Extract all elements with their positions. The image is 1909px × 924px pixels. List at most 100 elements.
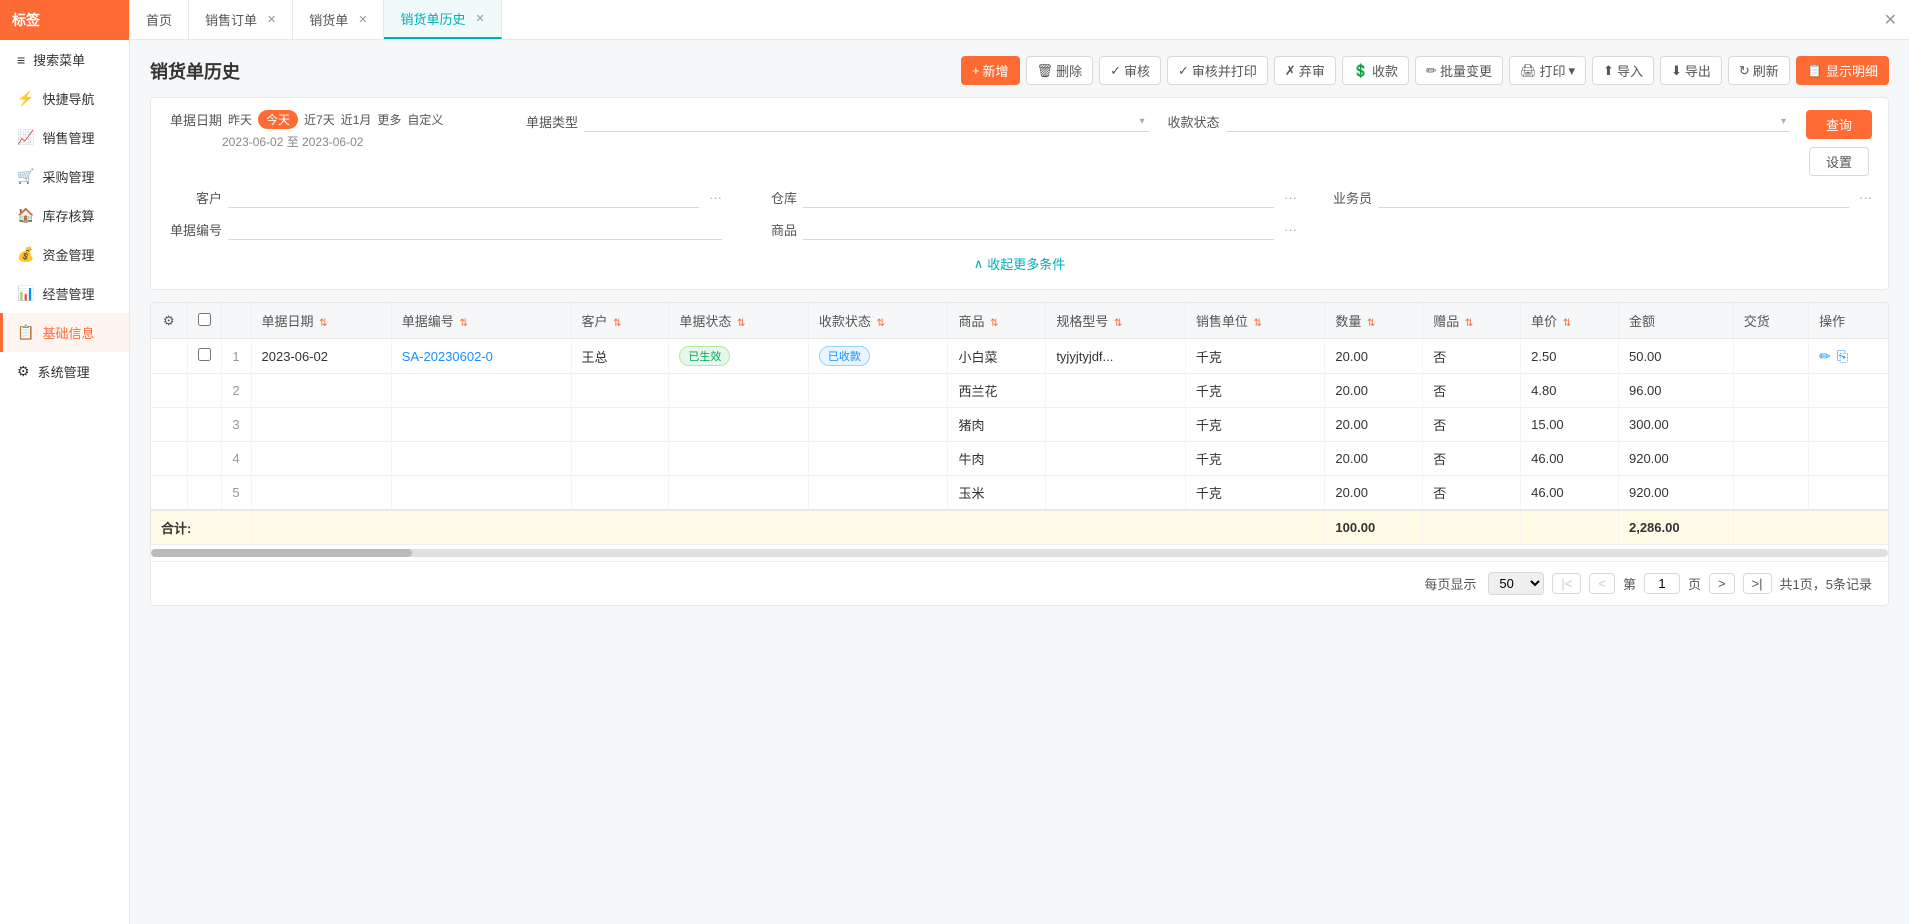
- refresh-button[interactable]: ↻ 刷新: [1728, 56, 1790, 85]
- col-payment-status-label: 收款状态: [819, 314, 871, 329]
- row-checkbox-cell: [187, 408, 221, 442]
- filter-row-2: 客户 ··· 仓库 ··· 业务员 ···: [167, 186, 1872, 208]
- row-copy-icon[interactable]: ⎘: [1837, 348, 1848, 365]
- col-payment-status[interactable]: 收款状态 ⇅: [808, 303, 948, 339]
- close-tab-sales-goods[interactable]: ✕: [358, 13, 367, 26]
- sidebar-item-system[interactable]: ⚙ 系统管理: [0, 352, 129, 391]
- shortcut-1month[interactable]: 近1月: [341, 111, 372, 128]
- sidebar-item-finance[interactable]: 💰 资金管理: [0, 235, 129, 274]
- tab-sales-goods[interactable]: 销货单 ✕: [293, 0, 384, 39]
- col-gear[interactable]: ⚙: [151, 303, 187, 339]
- col-transaction: 交货: [1733, 303, 1808, 339]
- close-tab-sales-order[interactable]: ✕: [267, 13, 276, 26]
- query-button[interactable]: 查询: [1806, 110, 1872, 139]
- tab-sales-order[interactable]: 销售订单 ✕: [189, 0, 293, 39]
- col-gift[interactable]: 赠品 ⇅: [1423, 303, 1521, 339]
- row-checkbox-cell: [187, 339, 221, 374]
- customer-dots-icon[interactable]: ···: [709, 190, 722, 205]
- prev-page-button[interactable]: <: [1589, 573, 1615, 594]
- select-all-checkbox[interactable]: [198, 313, 211, 326]
- sidebar-item-operation[interactable]: 📊 经营管理: [0, 274, 129, 313]
- sidebar-item-quick-nav[interactable]: ⚡ 快捷导航: [0, 79, 129, 118]
- col-doc-num[interactable]: 单据编号 ⇅: [391, 303, 571, 339]
- shortcut-yesterday[interactable]: 昨天: [228, 111, 252, 128]
- doc-type-select[interactable]: [584, 110, 1149, 132]
- col-sales-unit[interactable]: 销售单位 ⇅: [1185, 303, 1325, 339]
- row-amount: 50.00: [1618, 339, 1733, 374]
- goods-dots-icon[interactable]: ···: [1284, 222, 1297, 237]
- tab-bar-close-all[interactable]: ✕: [1872, 10, 1909, 30]
- doc-status-badge: 已生效: [679, 346, 730, 366]
- col-spec[interactable]: 规格型号 ⇅: [1046, 303, 1186, 339]
- batch-change-label: 批量变更: [1440, 61, 1492, 80]
- print-button[interactable]: 🖨 打印 ▾: [1509, 56, 1586, 85]
- sidebar-item-purchase-mgmt[interactable]: 🛒 采购管理: [0, 157, 129, 196]
- shortcut-today[interactable]: 今天: [258, 110, 298, 129]
- shortcut-7days[interactable]: 近7天: [304, 111, 335, 128]
- col-doc-date[interactable]: 单据日期 ⇅: [251, 303, 391, 339]
- doc-num-link[interactable]: SA-20230602-0: [402, 349, 493, 364]
- abandon-button[interactable]: ✗ 弃审: [1274, 56, 1336, 85]
- page-word: 第: [1623, 574, 1636, 593]
- row-doc-num: [391, 476, 571, 511]
- staff-dots-icon[interactable]: ···: [1859, 190, 1872, 205]
- import-button[interactable]: ⬆ 导入: [1592, 56, 1654, 85]
- receive-button[interactable]: 💲 收款: [1342, 56, 1409, 85]
- col-quantity[interactable]: 数量 ⇅: [1325, 303, 1423, 339]
- tab-sales-history[interactable]: 销货单历史 ✕: [384, 0, 501, 39]
- row-amount: 920.00: [1618, 476, 1733, 511]
- warehouse-dots-icon[interactable]: ···: [1284, 190, 1297, 205]
- filter-settings-button[interactable]: 设置: [1809, 147, 1869, 176]
- sidebar-item-search-menu[interactable]: ≡ 搜索菜单: [0, 40, 129, 79]
- collapse-filter-button[interactable]: ∧ 收起更多条件: [167, 250, 1872, 277]
- col-unit-price[interactable]: 单价 ⇅: [1521, 303, 1619, 339]
- doc-type-label: 单据类型: [523, 112, 578, 131]
- row-action: [1809, 374, 1888, 408]
- payment-status-select[interactable]: [1226, 110, 1791, 132]
- payment-status-select-wrapper: ▾: [1226, 110, 1791, 132]
- export-label: 导出: [1685, 61, 1711, 80]
- col-customer[interactable]: 客户 ⇅: [571, 303, 669, 339]
- first-page-button[interactable]: |<: [1552, 573, 1581, 594]
- show-details-button[interactable]: 📋 显示明细: [1796, 56, 1889, 85]
- horizontal-scrollbar[interactable]: [151, 549, 1888, 557]
- row-customer: [571, 408, 669, 442]
- last-page-button[interactable]: >|: [1743, 573, 1772, 594]
- new-button[interactable]: + 新增: [961, 56, 1020, 85]
- doc-num-input[interactable]: [228, 218, 722, 240]
- payment-status-badge: 已收款: [819, 346, 870, 366]
- per-page-select[interactable]: 50 100 200: [1488, 572, 1544, 595]
- sidebar-item-sales-mgmt[interactable]: 📈 销售管理: [0, 118, 129, 157]
- shortcut-more[interactable]: 更多: [377, 111, 401, 128]
- col-doc-date-sort-icon: ⇅: [319, 318, 327, 329]
- row-spec: [1046, 374, 1186, 408]
- gear-column-icon[interactable]: ⚙: [163, 313, 175, 328]
- audit-print-button[interactable]: ✓ 审核并打印: [1167, 56, 1268, 85]
- sidebar-item-label: 系统管理: [38, 362, 90, 381]
- next-page-button[interactable]: >: [1709, 573, 1735, 594]
- row-payment-status: [808, 476, 948, 511]
- sidebar-item-basic-info[interactable]: 📋 基础信息: [0, 313, 129, 352]
- row-quantity: 20.00: [1325, 374, 1423, 408]
- row-checkbox[interactable]: [198, 348, 211, 361]
- customer-input[interactable]: [228, 186, 699, 208]
- sidebar-item-inventory[interactable]: 🏠 库存核算: [0, 196, 129, 235]
- page-number-input[interactable]: [1644, 573, 1680, 594]
- shortcut-custom[interactable]: 自定义: [407, 111, 443, 128]
- goods-input[interactable]: [803, 218, 1274, 240]
- row-quantity: 20.00: [1325, 408, 1423, 442]
- row-edit-icon[interactable]: ✏: [1819, 348, 1831, 365]
- batch-change-button[interactable]: ✏ 批量变更: [1415, 56, 1503, 85]
- col-doc-status[interactable]: 单据状态 ⇅: [669, 303, 809, 339]
- export-button[interactable]: ⬇ 导出: [1660, 56, 1722, 85]
- col-goods[interactable]: 商品 ⇅: [948, 303, 1046, 339]
- tab-home[interactable]: 首页: [130, 0, 189, 39]
- audit-button[interactable]: ✓ 审核: [1099, 56, 1161, 85]
- row-doc-status: [669, 442, 809, 476]
- col-doc-num-label: 单据编号: [402, 314, 454, 329]
- goods-label: 商品: [742, 220, 797, 239]
- delete-button[interactable]: 🗑 删除: [1026, 56, 1094, 85]
- warehouse-input[interactable]: [803, 186, 1274, 208]
- staff-input[interactable]: [1378, 186, 1849, 208]
- close-tab-sales-history[interactable]: ✕: [476, 12, 485, 25]
